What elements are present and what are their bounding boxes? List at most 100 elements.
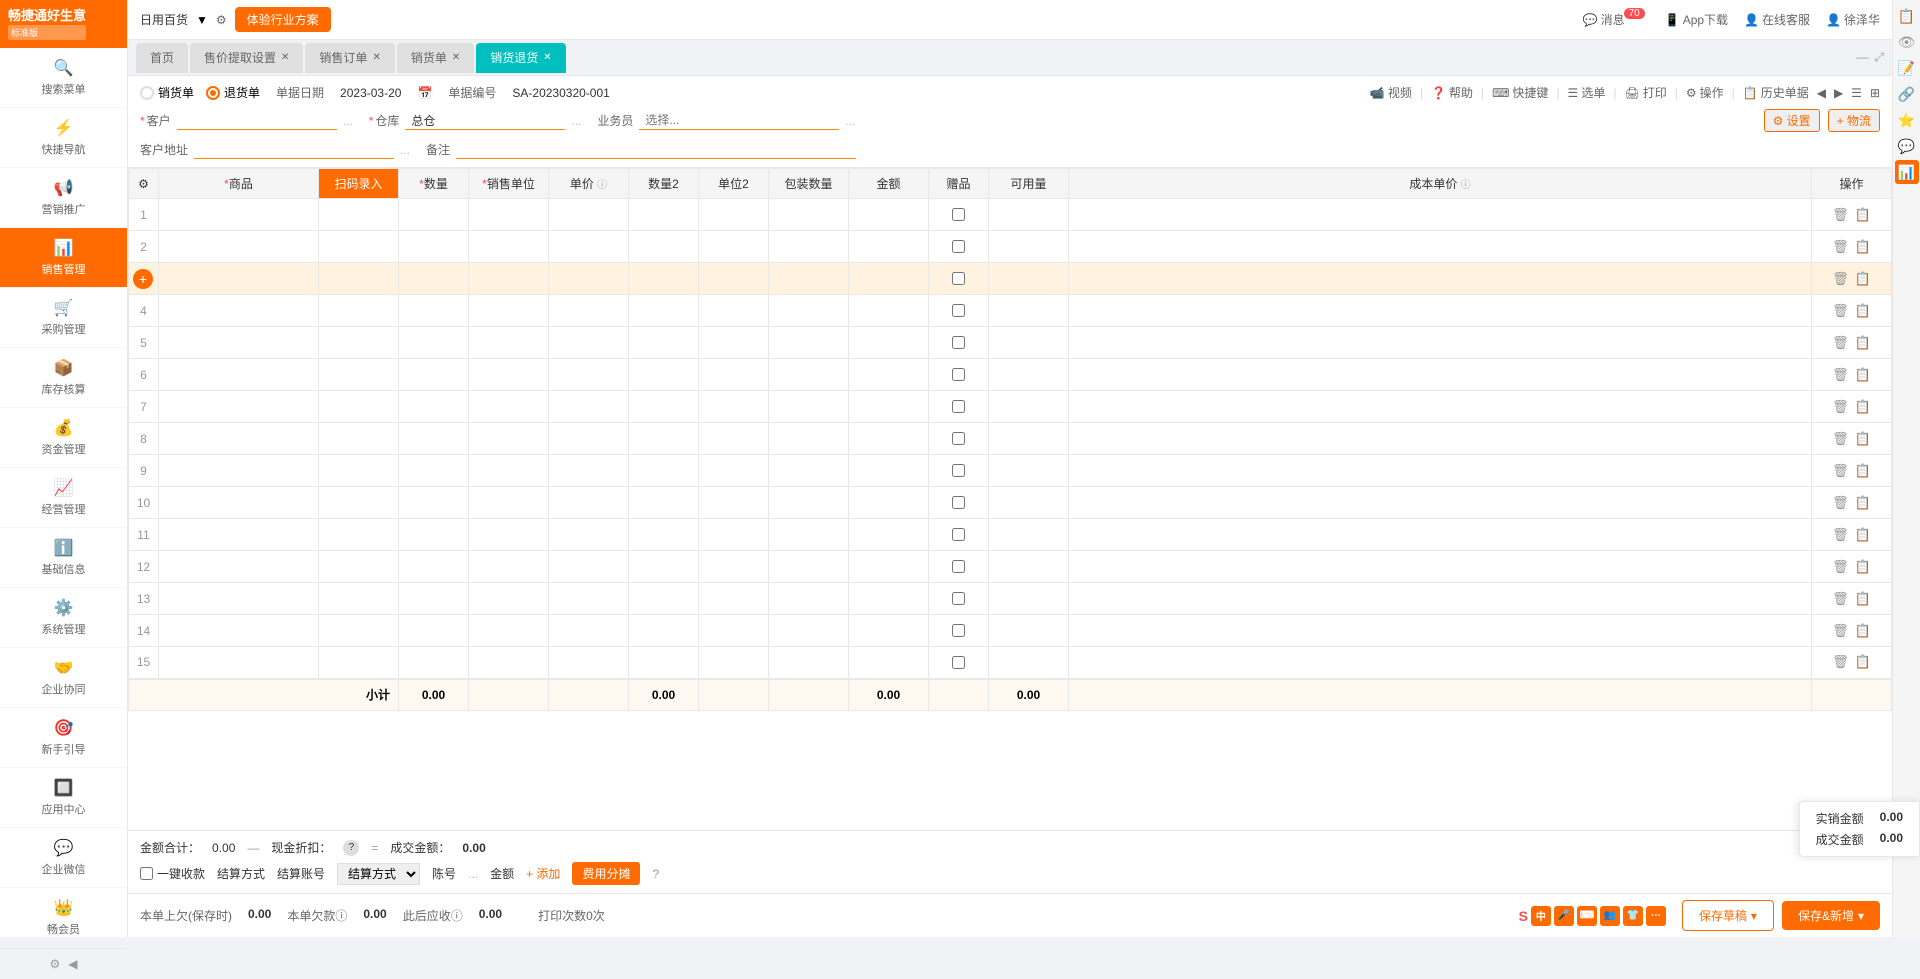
unit2-cell-5[interactable] [699,327,769,359]
copy-icon-7[interactable]: 📋 [1855,399,1871,415]
amount-cell-6[interactable] [849,359,929,391]
pkg-qty-cell-5[interactable] [769,327,849,359]
unit-price-cell-5[interactable] [549,327,629,359]
save-draft-btn[interactable]: 保存草稿 ▾ [1682,900,1774,931]
sidebar-settings-icon[interactable]: ⚙ [50,957,61,971]
col-scan[interactable]: 扫码录入 [319,169,399,199]
tab-minimize-icon[interactable]: — [1856,50,1868,65]
video-btn[interactable]: 📹 视频 [1370,84,1412,101]
address-input[interactable] [194,140,394,159]
gift-cell-8[interactable] [929,423,989,455]
pkg-qty-cell-10[interactable] [769,487,849,519]
pkg-qty-cell-15[interactable] [769,647,849,679]
radio-sale[interactable]: 销货单 [140,84,194,101]
rp-icon-4[interactable]: 🔗 [1895,82,1919,106]
customer-dots[interactable]: ... [343,114,353,128]
pkg-qty-cell-2[interactable] [769,231,849,263]
sales-unit-cell-1[interactable] [469,199,549,231]
list-view-icon[interactable]: ☰ [1851,86,1862,100]
unit-price-cell-10[interactable] [549,487,629,519]
pkg-qty-cell-11[interactable] [769,519,849,551]
online-service-btn[interactable]: 👤 在线客服 [1744,11,1810,28]
delete-icon-2[interactable]: 🗑 [1832,239,1849,255]
product-cell-7[interactable] [159,391,319,423]
sidebar-item-purchase[interactable]: 🛒 采购管理 [0,288,127,348]
gift-cell-6[interactable] [929,359,989,391]
tab-close-icon[interactable]: ✕ [452,52,460,63]
app-download-btn[interactable]: 📱 App下载 [1665,11,1728,28]
sidebar-item-marketing[interactable]: 📢 营销推广 [0,168,127,228]
add-btn[interactable]: + 添加 [526,865,560,882]
pkg-qty-cell-13[interactable] [769,583,849,615]
qty2-cell-1[interactable] [629,199,699,231]
copy-icon-2[interactable]: 📋 [1855,239,1871,255]
copy-icon-12[interactable]: 📋 [1855,559,1871,575]
gift-checkbox-6[interactable] [952,368,965,381]
history-btn[interactable]: 📋 历史单据 [1743,84,1809,101]
gift-checkbox-1[interactable] [952,208,965,221]
copy-icon-4[interactable]: 📋 [1855,303,1871,319]
pkg-qty-cell-3[interactable] [769,263,849,295]
amount-cell-5[interactable] [849,327,929,359]
product-cell-12[interactable] [159,551,319,583]
unit-price-cell-11[interactable] [549,519,629,551]
amount-cell-3[interactable] [849,263,929,295]
qty-cell-2[interactable] [399,231,469,263]
unit2-cell-10[interactable] [699,487,769,519]
tab-close-icon[interactable]: ✕ [372,52,380,63]
unit2-cell-7[interactable] [699,391,769,423]
fee-help-icon[interactable]: ? [652,867,659,881]
tab-sales-order[interactable]: 销售订单 ✕ [305,43,394,73]
delete-icon-12[interactable]: 🗑 [1832,559,1849,575]
qty2-cell-2[interactable] [629,231,699,263]
sidebar-item-system[interactable]: ⚙️ 系统管理 [0,588,127,648]
gift-checkbox-9[interactable] [952,464,965,477]
gift-cell-11[interactable] [929,519,989,551]
qty2-cell-7[interactable] [629,391,699,423]
col-settings[interactable]: ⚙ [129,169,159,199]
help-circle-icon[interactable]: ? [343,840,359,856]
delete-icon-10[interactable]: 🗑 [1832,495,1849,511]
qty-cell-6[interactable] [399,359,469,391]
product-cell-2[interactable] [159,231,319,263]
copy-icon-9[interactable]: 📋 [1855,463,1871,479]
delete-icon-11[interactable]: 🗑 [1832,527,1849,543]
sidebar-item-nav[interactable]: ⚡ 快捷导航 [0,108,127,168]
help-btn[interactable]: ❓ 帮助 [1431,84,1473,101]
sales-unit-cell-15[interactable] [469,647,549,679]
one-click-checkbox[interactable]: 一键收款 [140,865,205,882]
gift-checkbox-4[interactable] [952,304,965,317]
sidebar-item-enterprise[interactable]: 🤝 企业协同 [0,648,127,708]
unit2-cell-4[interactable] [699,295,769,327]
radio-return[interactable]: 退货单 [206,84,260,101]
setting-btn[interactable]: ⚙ 设置 [1764,109,1820,132]
gift-checkbox-8[interactable] [952,432,965,445]
unit-price-cell-15[interactable] [549,647,629,679]
gift-checkbox-11[interactable] [952,528,965,541]
amount-cell-7[interactable] [849,391,929,423]
delete-icon-4[interactable]: 🗑 [1832,303,1849,319]
copy-icon-8[interactable]: 📋 [1855,431,1871,447]
pkg-qty-cell-4[interactable] [769,295,849,327]
sales-unit-cell-10[interactable] [469,487,549,519]
user-avatar[interactable]: 👤 徐泽华 [1826,11,1880,28]
unit2-cell-3[interactable] [699,263,769,295]
amount-cell-12[interactable] [849,551,929,583]
unit-price-cell-9[interactable] [549,455,629,487]
product-cell-9[interactable] [159,455,319,487]
unit2-cell-6[interactable] [699,359,769,391]
tab-return[interactable]: 销货退货 ✕ [476,43,565,73]
tab-price-setting[interactable]: 售价提取设置 ✕ [190,43,303,73]
delete-icon-5[interactable]: 🗑 [1832,335,1849,351]
trial-btn[interactable]: 体验行业方案 [235,7,331,32]
gift-cell-14[interactable] [929,615,989,647]
gift-cell-9[interactable] [929,455,989,487]
unit2-cell-13[interactable] [699,583,769,615]
pkg-qty-cell-1[interactable] [769,199,849,231]
save-new-btn[interactable]: 保存&新增 ▾ [1782,901,1880,930]
rp-icon-6[interactable]: 💬 [1895,134,1919,158]
delete-icon-15[interactable]: 🗑 [1832,654,1849,670]
product-cell-10[interactable] [159,487,319,519]
product-cell-6[interactable] [159,359,319,391]
amount-cell-8[interactable] [849,423,929,455]
